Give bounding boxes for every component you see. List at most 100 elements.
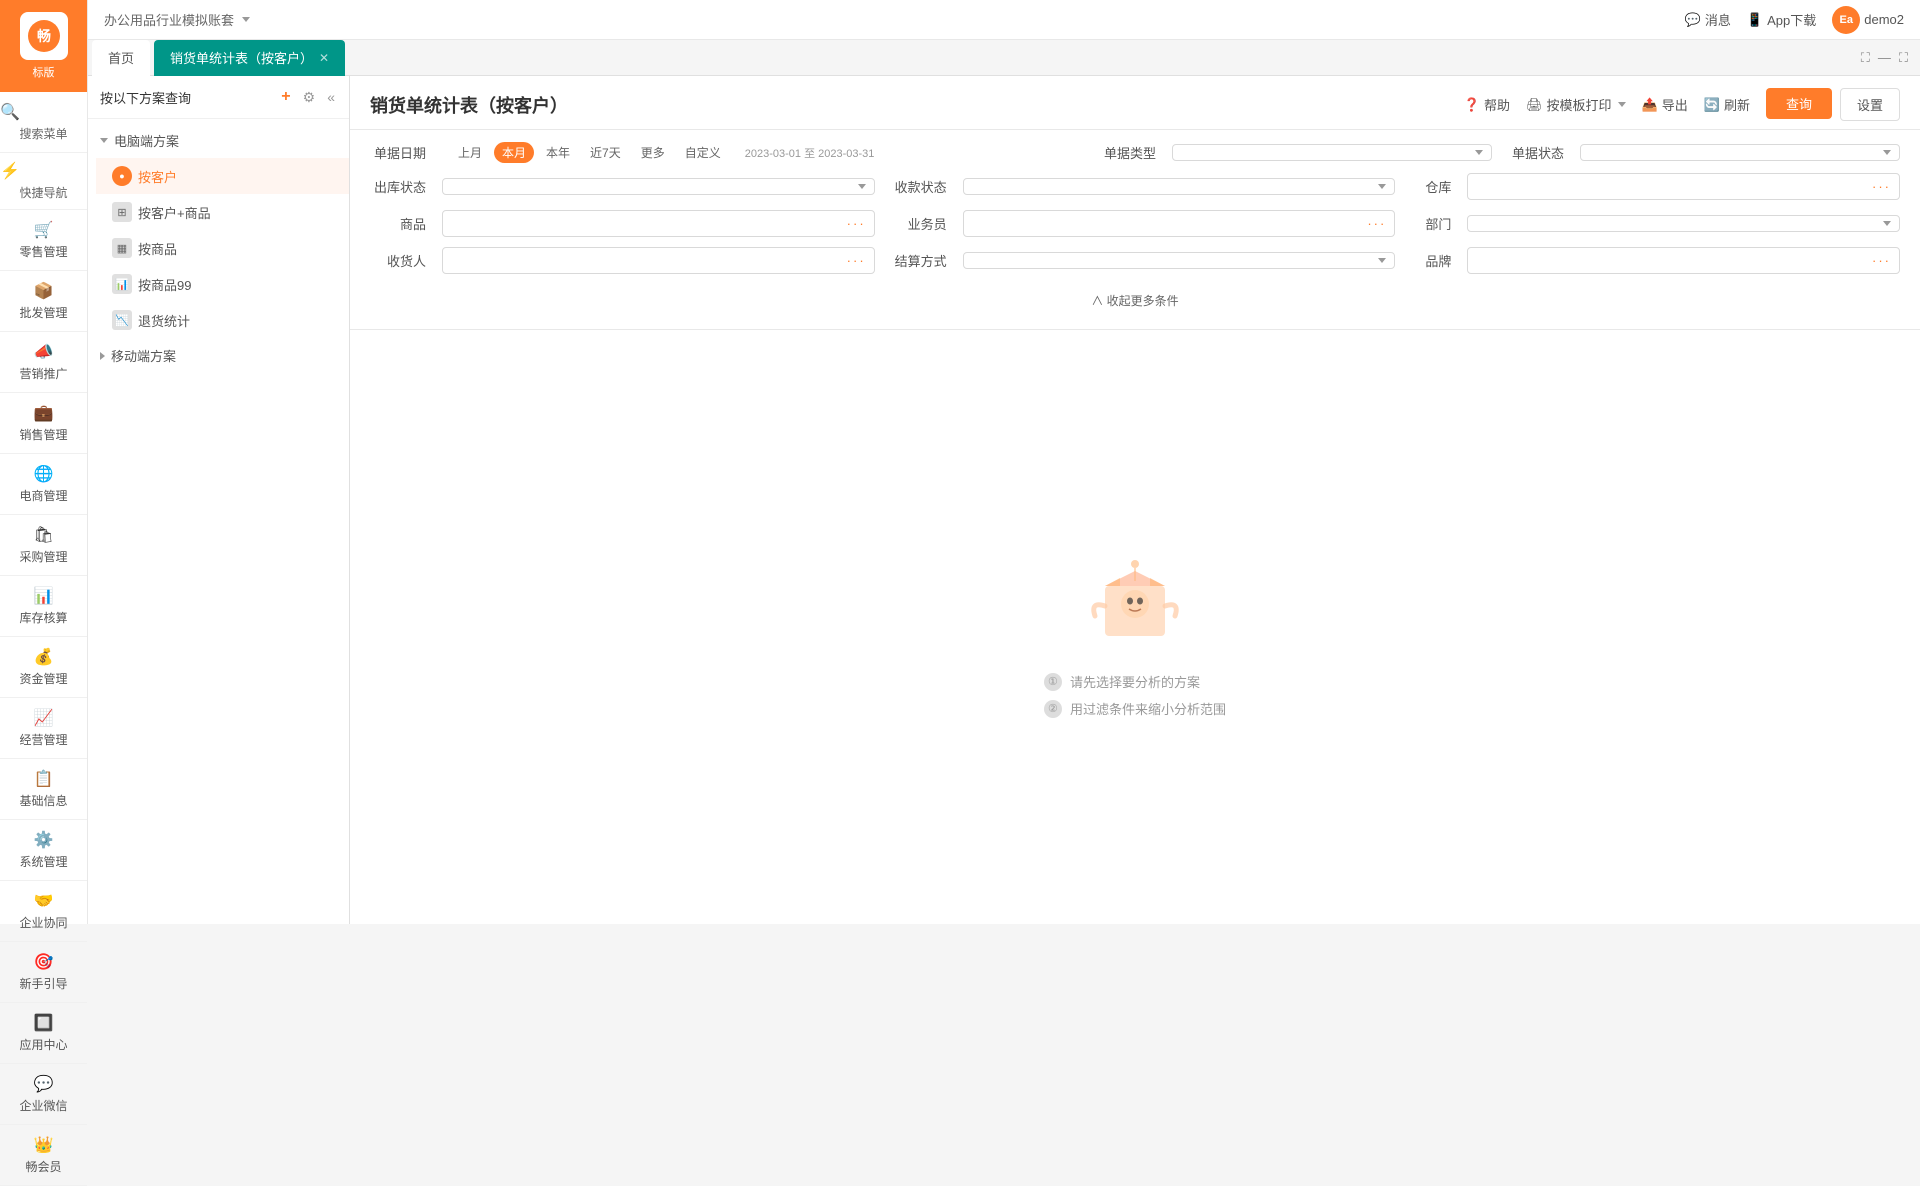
sidebar-item-operations[interactable]: 📈 经营管理 [0,698,87,759]
home-tab-label: 首页 [108,48,134,67]
sidebar-item-wechat[interactable]: 💬 企业微信 [0,1064,87,1125]
tree-child-by-customer-product[interactable]: ⊞ 按客户+商品 [96,194,349,230]
template-print-label: 按模板打印 [1547,95,1612,114]
sidebar-item-wholesale[interactable]: 📦 批发管理 [0,271,87,332]
message-btn[interactable]: 💬 消息 [1685,10,1731,29]
sidebar-item-ecommerce[interactable]: 🌐 电商管理 [0,454,87,515]
sidebar-item-purchase[interactable]: 🛍 采购管理 [0,515,87,576]
this-month-btn[interactable]: 本月 [494,142,534,163]
recipient-select[interactable]: ··· [442,247,875,274]
logo[interactable]: 畅 标版 [0,0,87,92]
export-btn[interactable]: 📤 导出 [1642,95,1688,114]
salesperson-select[interactable]: ··· [963,210,1396,237]
page-header-right: ❓ 帮助 🖨 按模板打印 📤 导出 🔄 [1464,88,1900,121]
product-select[interactable]: ··· [442,210,875,237]
order-status-select[interactable] [1580,144,1900,161]
department-select[interactable] [1467,215,1900,232]
user-profile-btn[interactable]: Ea demo2 [1832,6,1904,34]
salesperson-dots[interactable]: ··· [1367,216,1386,231]
tab-close-icon[interactable]: ✕ [319,51,329,65]
last-month-btn[interactable]: 上月 [450,142,490,163]
receipt-status-label: 收款状态 [891,177,947,196]
receipt-status-select[interactable] [963,178,1396,195]
filter-row-4: 收货人 ··· 结算方式 品牌 ··· [370,247,1900,274]
page-header-actions: ❓ 帮助 🖨 按模板打印 📤 导出 🔄 [1464,95,1750,114]
sidebar-item-retail[interactable]: 🛒 零售管理 [0,210,87,271]
topbar-right: 💬 消息 📱 App下载 Ea demo2 [1685,6,1904,34]
sidebar-item-appstore[interactable]: 🔲 应用中心 [0,1003,87,1064]
sidebar-item-finance[interactable]: 💰 资金管理 [0,637,87,698]
sidebar-item-newbie[interactable]: 🎯 新手引导 [0,942,87,1003]
refresh-btn[interactable]: 🔄 刷新 [1704,95,1750,114]
sidebar-item-basic[interactable]: 📋 基础信息 [0,759,87,820]
tree-child-return-stat[interactable]: 📉 退货统计 [96,302,349,338]
right-panel: 销货单统计表（按客户） ❓ 帮助 🖨 按模板打印 📤 [350,76,1920,924]
more-date-btn[interactable]: 更多 [633,142,673,163]
order-status-label: 单据状态 [1508,143,1564,162]
collapse-panel-btn[interactable]: « [325,87,337,107]
return-stat-label: 退货统计 [138,311,190,330]
quick-nav[interactable]: ⚡ 快捷导航 [0,153,87,210]
collapse-filter-btn[interactable]: ∧ 收起更多条件 [370,284,1900,317]
tab-home[interactable]: 首页 [92,40,150,76]
topbar: 办公用品行业模拟账套 💬 消息 📱 App下载 Ea demo2 [88,0,1920,40]
empty-tips: ① 请先选择要分析的方案 ② 用过滤条件来缩小分析范围 [1044,672,1226,718]
settings-button[interactable]: 设置 [1840,88,1900,121]
tree-child-by-product[interactable]: ▦ 按商品 [96,230,349,266]
sidebar-item-marketing[interactable]: 📣 营销推广 [0,332,87,393]
refresh-label: 刷新 [1724,95,1750,114]
tree-parent-mobile[interactable]: 移动端方案 [88,338,349,373]
industry-dropdown-icon[interactable] [242,17,250,22]
basic-label: 基础信息 [19,792,67,809]
tab-sales-stat[interactable]: 销货单统计表（按客户） ✕ [154,40,345,76]
recipient-dots[interactable]: ··· [847,253,866,268]
product-label: 商品 [370,214,426,233]
by-product-99-icon: 📊 [112,274,132,294]
by-product-99-label: 按商品99 [138,275,191,294]
brand-select[interactable]: ··· [1467,247,1900,274]
brand-dots[interactable]: ··· [1872,253,1891,268]
warehouse-select[interactable]: ··· [1467,173,1900,200]
avatar: Ea [1832,6,1860,34]
window-maximize-btn[interactable]: ⛶ [1899,50,1908,66]
app-download-btn[interactable]: 📱 App下载 [1747,10,1816,29]
purchase-label: 采购管理 [19,548,67,565]
by-customer-icon: ● [112,166,132,186]
product-dots[interactable]: ··· [847,216,866,231]
sidebar-item-inventory[interactable]: 📊 库存核算 [0,576,87,637]
sidebar-item-member[interactable]: 👑 畅会员 [0,1125,87,1186]
tab-expand-btn[interactable]: ⛶ [1853,46,1878,70]
sidebar-item-cooperation[interactable]: 🤝 企业协同 [0,881,87,942]
tree-parent-label: 电脑端方案 [114,131,179,150]
date-quick-buttons: 上月 本月 本年 近7天 更多 自定义 [450,142,729,163]
tree-mobile-label: 移动端方案 [111,346,176,365]
recipient-label: 收货人 [370,251,426,270]
by-customer-label: 按客户 [138,167,177,186]
order-type-select[interactable] [1172,144,1492,161]
search-menu[interactable]: 🔍 搜索菜单 [0,92,87,153]
refresh-icon: 🔄 [1704,97,1720,113]
warehouse-dots[interactable]: ··· [1872,179,1891,194]
add-scheme-btn[interactable]: + [279,86,292,108]
custom-date-btn[interactable]: 自定义 [677,142,729,163]
topbar-left: 办公用品行业模拟账套 [104,10,250,29]
settlement-select[interactable] [963,252,1396,269]
template-print-btn[interactable]: 🖨 按模板打印 [1526,95,1626,114]
sidebar-item-system[interactable]: ⚙️ 系统管理 [0,820,87,881]
help-btn[interactable]: ❓ 帮助 [1464,95,1510,114]
tree-child-by-product-99[interactable]: 📊 按商品99 [96,266,349,302]
tree-parent-desktop[interactable]: 电脑端方案 [88,123,349,158]
out-status-select[interactable] [442,178,875,195]
settings-scheme-btn[interactable]: ⚙ [301,87,318,108]
sidebar-item-sales[interactable]: 💼 销售管理 [0,393,87,454]
retail-label: 零售管理 [19,243,67,260]
page-title: 销货单统计表（按客户） [370,92,568,118]
query-button[interactable]: 查询 [1766,88,1832,119]
by-product-icon: ▦ [112,238,132,258]
sales-icon: 💼 [34,403,54,423]
this-year-btn[interactable]: 本年 [538,142,578,163]
window-minimize-btn[interactable]: — [1878,50,1891,65]
tree-child-by-customer[interactable]: ● 按客户 [96,158,349,194]
ecommerce-label: 电商管理 [19,487,67,504]
last-7-days-btn[interactable]: 近7天 [582,142,629,163]
